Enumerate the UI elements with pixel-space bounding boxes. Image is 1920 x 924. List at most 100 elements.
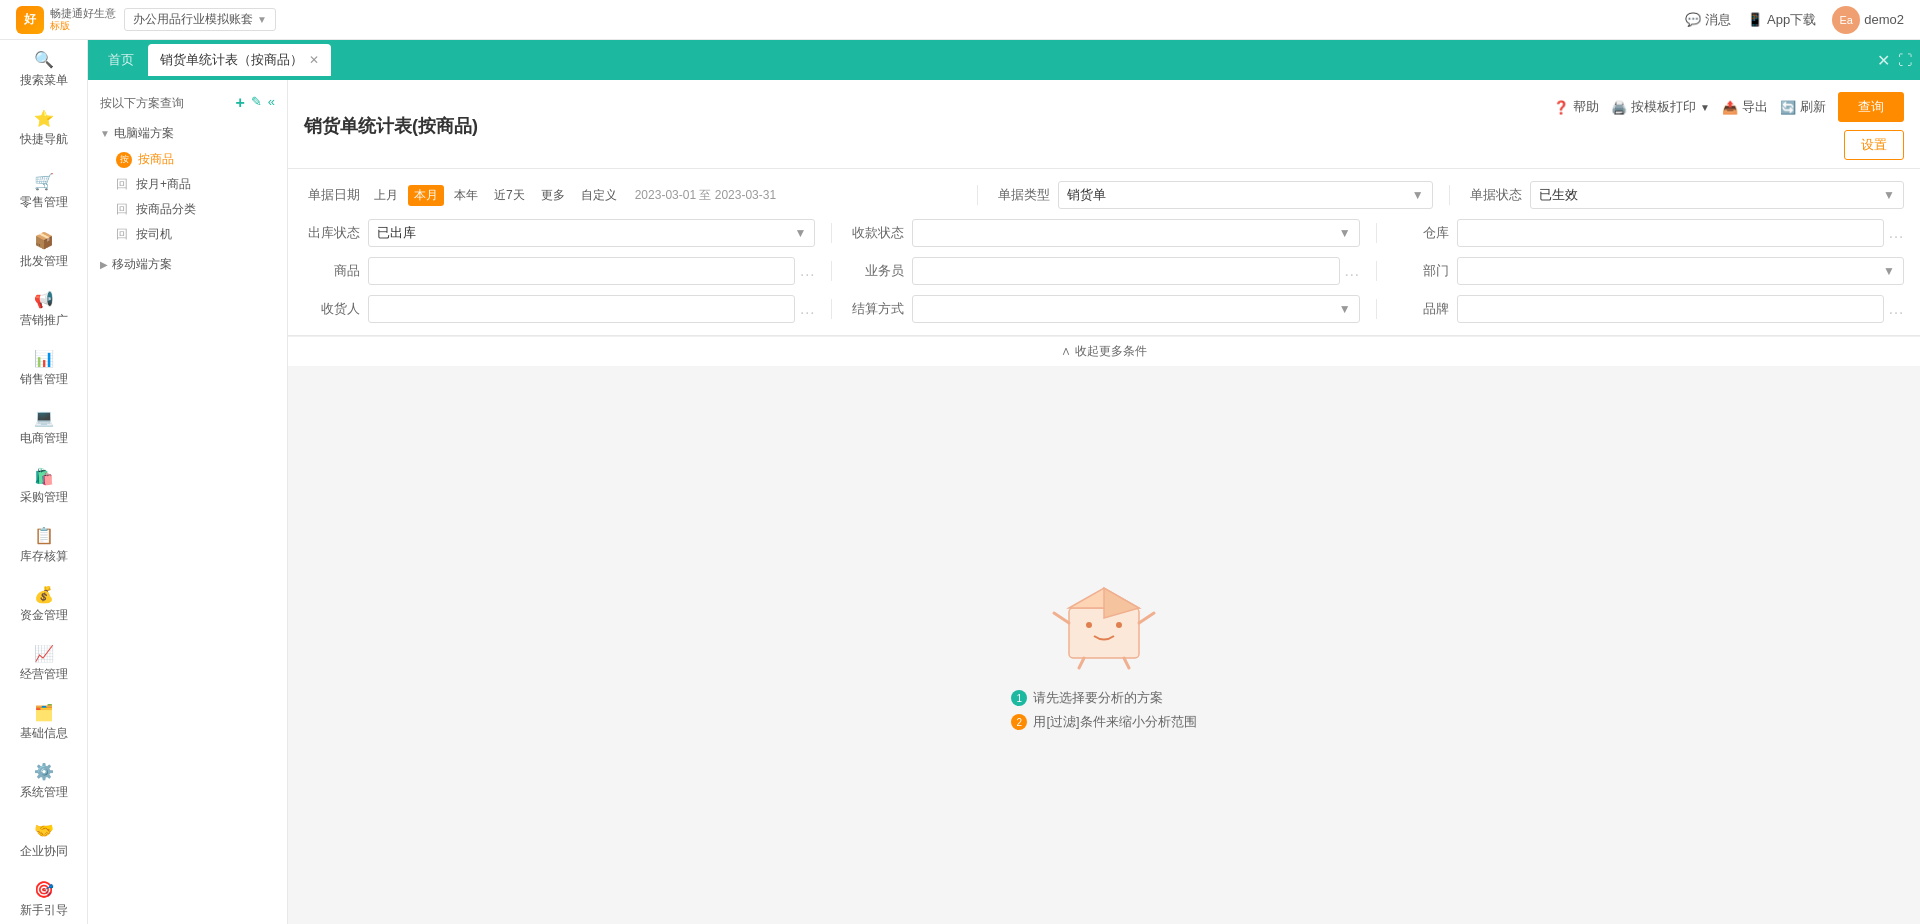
outstatus-label: 出库状态 [304,224,360,242]
refresh-icon: 🔄 [1780,100,1796,115]
empty-tips: 1 请先选择要分析的方案 2 用[过滤]条件来缩小分析范围 [1011,689,1196,737]
brand-input[interactable] [1457,295,1884,323]
content-area: 按以下方案查询 + ✎ « ▼ 电脑端方案 按 按商品 [88,80,1920,924]
refresh-button[interactable]: 🔄 刷新 [1780,98,1826,116]
sales-icon: 📊 [34,349,54,368]
sidebar-item-purchase[interactable]: 🛍️ 采购管理 [0,457,87,516]
page-actions: ❓ 帮助 🖨️ 按模板打印 ▼ 📤 导出 [1553,92,1904,122]
filter-sep4 [1376,223,1377,243]
sidebar-item-corp-collab[interactable]: 🤝 企业协同 [0,811,87,870]
tip-num-1: 1 [1011,690,1027,706]
left-panel-header: 按以下方案查询 + ✎ « [88,88,287,118]
sidebar-item-guide[interactable]: 🎯 新手引导 [0,870,87,924]
help-icon: ❓ [1553,100,1569,115]
department-select[interactable]: ▼ [1457,257,1904,285]
tip-num-2: 2 [1011,714,1027,730]
sidebar-item-retail[interactable]: 🛒 零售管理 [0,162,87,221]
guide-icon: 🎯 [34,880,54,899]
ecommerce-icon: 💻 [34,408,54,427]
add-scheme-button[interactable]: + [235,94,244,112]
recipient-input[interactable] [368,295,795,323]
salesperson-input[interactable] [912,257,1339,285]
filter-docstatus-cell: 单据状态 已生效 ▼ [1466,181,1904,209]
scheme-group-mobile-title[interactable]: ▶ 移动端方案 [88,251,287,278]
app-download-button[interactable]: 📱 App下载 [1747,11,1816,29]
collapse-panel-button[interactable]: « [268,94,275,112]
warehouse-dots-icon[interactable]: … [1888,224,1904,242]
docstatus-select[interactable]: 已生效 ▼ [1530,181,1904,209]
scheme-item-by-month-goods[interactable]: 回 按月+商品 [88,172,287,197]
doctype-select[interactable]: 销货单 ▼ [1058,181,1432,209]
scheme-sub-icon3: 回 [116,226,128,243]
sidebar-item-ecommerce[interactable]: 💻 电商管理 [0,398,87,457]
maximize-window-icon[interactable]: ⛶ [1898,52,1912,68]
print-arrow-icon: ▼ [1700,102,1710,113]
quick-nav-icon: ⭐ [34,109,54,128]
help-button[interactable]: ❓ 帮助 [1553,98,1599,116]
tab-home[interactable]: 首页 [96,44,146,76]
setting-button[interactable]: 设置 [1844,130,1904,160]
edit-scheme-button[interactable]: ✎ [251,94,262,112]
scheme-item-by-category[interactable]: 回 按商品分类 [88,197,287,222]
receiptstatus-select[interactable]: ▼ [912,219,1359,247]
tab-close-icon[interactable]: ✕ [309,53,319,67]
goods-label: 商品 [304,262,360,280]
scheme-item-by-goods[interactable]: 按 按商品 [88,147,287,172]
marketing-icon: 📢 [34,290,54,309]
user-avatar[interactable]: Ea demo2 [1832,6,1904,34]
filter-sep1 [977,185,978,205]
collapse-more-button[interactable]: ∧ 收起更多条件 [288,336,1920,366]
message-button[interactable]: 💬 消息 [1685,11,1731,29]
page-header-right: ❓ 帮助 🖨️ 按模板打印 ▼ 📤 导出 [1553,92,1904,160]
sidebar-item-marketing[interactable]: 📢 营销推广 [0,280,87,339]
recipient-dots-icon[interactable]: … [799,300,815,318]
salesperson-dots-icon[interactable]: … [1344,262,1360,280]
date-custom[interactable]: 自定义 [575,185,623,206]
svg-point-4 [1116,622,1122,628]
expand-arrow-mobile-icon: ▶ [100,259,108,270]
sidebar-item-basic[interactable]: 🗂️ 基础信息 [0,693,87,752]
date-more[interactable]: 更多 [535,185,571,206]
sidebar-item-system[interactable]: ⚙️ 系统管理 [0,752,87,811]
export-button[interactable]: 📤 导出 [1722,98,1768,116]
svg-line-6 [1124,658,1129,668]
sidebar-item-inventory[interactable]: 📋 库存核算 [0,516,87,575]
query-button[interactable]: 查询 [1838,92,1904,122]
system-icon: ⚙️ [34,762,54,781]
sidebar-item-finance[interactable]: 💰 资金管理 [0,575,87,634]
sidebar-item-sales[interactable]: 📊 销售管理 [0,339,87,398]
scheme-item-by-cashier[interactable]: 回 按司机 [88,222,287,247]
filter-row-3: 商品 … 业务员 … 部门 [304,257,1904,285]
sidebar-item-wholesale[interactable]: 📦 批发管理 [0,221,87,280]
date-this-month[interactable]: 本月 [408,185,444,206]
sidebar-item-search-menu[interactable]: 🔍 搜索菜单 [0,40,87,99]
date-last-month[interactable]: 上月 [368,185,404,206]
sidebar-item-quick-nav[interactable]: ⭐ 快捷导航 [0,99,87,158]
settlement-select[interactable]: ▼ [912,295,1359,323]
app-selector[interactable]: 办公用品行业模拟账套 ▼ [124,8,276,31]
main-layout: 🔍 搜索菜单 ⭐ 快捷导航 🛒 零售管理 📦 批发管理 📢 营销推广 📊 销售管… [0,40,1920,924]
tab-sales-stat[interactable]: 销货单统计表（按商品） ✕ [148,44,331,76]
date-7days[interactable]: 近7天 [488,185,531,206]
close-window-icon[interactable]: ✕ [1877,51,1890,70]
filter-sep6 [1376,261,1377,281]
goods-input[interactable] [368,257,795,285]
inventory-icon: 📋 [34,526,54,545]
filter-sep7 [831,299,832,319]
warehouse-input[interactable] [1457,219,1884,247]
template-print-button[interactable]: 🖨️ 按模板打印 ▼ [1611,98,1710,116]
filter-goods-cell: 商品 … [304,257,815,285]
setting-row: 设置 [1844,126,1904,160]
outstatus-select[interactable]: 已出库 ▼ [368,219,815,247]
scheme-group-pc-title[interactable]: ▼ 电脑端方案 [88,120,287,147]
sidebar: 🔍 搜索菜单 ⭐ 快捷导航 🛒 零售管理 📦 批发管理 📢 营销推广 📊 销售管… [0,40,88,924]
sidebar-item-operation[interactable]: 📈 经营管理 [0,634,87,693]
goods-dots-icon[interactable]: … [799,262,815,280]
brand-dots-icon[interactable]: … [1888,300,1904,318]
tab-window-controls: ✕ ⛶ [1877,51,1912,70]
filter-row-4: 收货人 … 结算方式 ▼ [304,295,1904,323]
corp-collab-icon: 🤝 [34,821,54,840]
date-this-year[interactable]: 本年 [448,185,484,206]
filter-settlement-cell: 结算方式 ▼ [848,295,1359,323]
filter-sep2 [1449,185,1450,205]
